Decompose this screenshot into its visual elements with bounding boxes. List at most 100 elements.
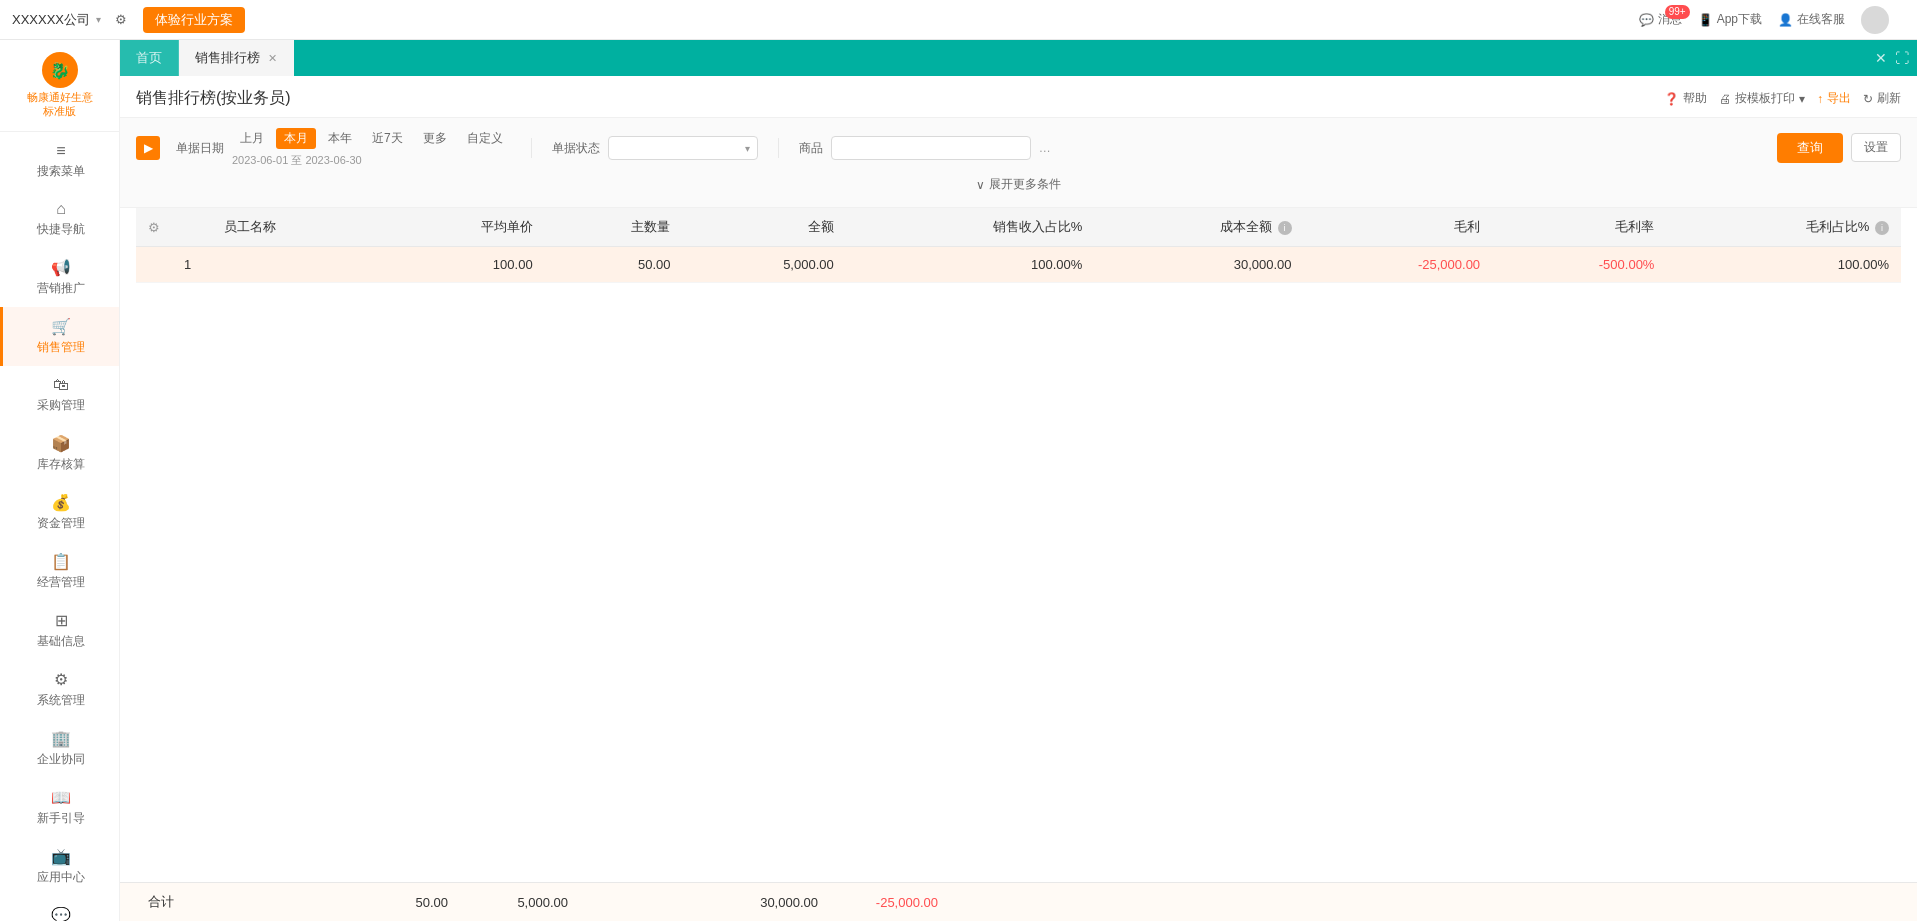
footer-sales-pct — [568, 895, 688, 910]
print-button[interactable]: 🖨 按模板打印 ▾ — [1719, 90, 1805, 107]
row-settings-icon[interactable] — [136, 247, 172, 283]
sidebar-item-quick-label: 快捷导航 — [37, 221, 85, 238]
col-quantity: 主数量 — [545, 208, 683, 247]
sidebar-item-guide[interactable]: 📖 新手引导 — [0, 778, 119, 837]
basic-icon: ⊞ — [55, 611, 68, 630]
filter-action-area: 查询 设置 — [1777, 133, 1901, 163]
status-select-wrapper — [608, 136, 758, 160]
sidebar-item-finance-label: 资金管理 — [37, 515, 85, 532]
refresh-button[interactable]: ↻ 刷新 — [1863, 90, 1901, 107]
date-tab-7days[interactable]: 近7天 — [364, 128, 411, 149]
refresh-label: 刷新 — [1877, 90, 1901, 107]
date-tab-prev-month[interactable]: 上月 — [232, 128, 272, 149]
help-icon: ❓ — [1664, 92, 1679, 106]
page-content: 销售排行榜(按业务员) ❓ 帮助 🖨 按模板打印 ▾ ↑ 导出 — [120, 76, 1917, 921]
messages-button[interactable]: 💬 消息 99+ — [1639, 11, 1682, 28]
expand-chevron-icon: ∨ — [976, 178, 985, 192]
tab-sales-rank[interactable]: 销售排行榜 ✕ — [179, 40, 294, 76]
col-name: 员工名称 — [212, 208, 378, 247]
sales-icon: 🛒 — [51, 317, 71, 336]
date-tab-custom[interactable]: 自定义 — [459, 128, 511, 149]
app-label: App下载 — [1717, 11, 1762, 28]
sidebar-item-purchase[interactable]: 🛍 采购管理 — [0, 366, 119, 424]
sidebar-item-marketing[interactable]: 📢 营销推广 — [0, 248, 119, 307]
date-tab-year[interactable]: 本年 — [320, 128, 360, 149]
sidebar-item-search[interactable]: ≡ 搜索菜单 — [0, 132, 119, 190]
col-settings[interactable]: ⚙ — [136, 208, 172, 247]
sidebar-item-sales[interactable]: 🛒 销售管理 — [0, 307, 119, 366]
inventory-icon: 📦 — [51, 434, 71, 453]
sidebar-item-basic[interactable]: ⊞ 基础信息 — [0, 601, 119, 660]
col-amount: 全额 — [682, 208, 845, 247]
logo-icon: 🐉 — [42, 52, 78, 88]
tab-close-all-icon[interactable]: ✕ — [1875, 50, 1887, 66]
table-body: 1 100.00 50.00 5,000.00 100.00% 30,000.0… — [136, 247, 1901, 283]
sidebar-item-search-label: 搜索菜单 — [37, 163, 85, 180]
tab-maximize-icon[interactable]: ⛶ — [1895, 50, 1909, 66]
page-actions: ❓ 帮助 🖨 按模板打印 ▾ ↑ 导出 ↻ 刷新 — [1664, 90, 1901, 107]
service-icon: 👤 — [1778, 13, 1793, 27]
row-profit: -25,000.00 — [1304, 247, 1493, 283]
content-area: 首页 销售排行榜 ✕ ✕ ⛶ 销售排行榜(按业务员) ❓ 帮助 — [120, 40, 1917, 921]
print-chevron-icon: ▾ — [1799, 92, 1805, 106]
avatar[interactable] — [1861, 6, 1889, 34]
settings-icon[interactable]: ⚙ — [109, 8, 133, 32]
main-table: ⚙ 员工名称 平均单价 主数量 全额 销售收入占比% 成本全额 i 毛利 毛利率… — [136, 208, 1901, 283]
marketing-icon: 📢 — [51, 258, 71, 277]
filter-settings-button[interactable]: 设置 — [1851, 133, 1901, 162]
service-label: 在线客服 — [1797, 11, 1845, 28]
row-quantity: 50.00 — [545, 247, 683, 283]
sidebar-item-quick[interactable]: ⌂ 快捷导航 — [0, 190, 119, 248]
date-tab-more[interactable]: 更多 — [415, 128, 455, 149]
app-download-button[interactable]: 📱 App下载 — [1698, 11, 1762, 28]
tab-close-icon[interactable]: ✕ — [268, 52, 277, 65]
home-tab-label: 首页 — [136, 49, 162, 67]
table-header-row: ⚙ 员工名称 平均单价 主数量 全额 销售收入占比% 成本全额 i 毛利 毛利率… — [136, 208, 1901, 247]
tab-bar-right: ✕ ⛶ — [1875, 50, 1917, 66]
phone-icon: 📱 — [1698, 13, 1713, 27]
filter-divider-2 — [778, 138, 779, 158]
company-selector[interactable]: XXXXXX公司 ▾ — [12, 11, 101, 29]
sidebar-item-system[interactable]: ⚙ 系统管理 — [0, 660, 119, 719]
top-bar: XXXXXX公司 ▾ ⚙ 体验行业方案 💬 消息 99+ 📱 App下载 👤 在… — [0, 0, 1917, 40]
sidebar-item-inventory-label: 库存核算 — [37, 456, 85, 473]
trial-button[interactable]: 体验行业方案 — [143, 7, 245, 33]
footer-quantity: 50.00 — [348, 895, 448, 910]
footer-cells: 50.00 5,000.00 30,000.00 -25,000.00 — [228, 895, 1889, 910]
sidebar-item-wechat[interactable]: 💬 企业微信 — [0, 896, 119, 921]
query-button[interactable]: 查询 — [1777, 133, 1843, 163]
sidebar-item-inventory[interactable]: 📦 库存核算 — [0, 424, 119, 483]
row-profit-rate: -500.00% — [1492, 247, 1666, 283]
status-select[interactable] — [608, 136, 758, 160]
tab-home[interactable]: 首页 — [120, 40, 179, 76]
col-sales-pct: 销售收入占比% — [846, 208, 1095, 247]
date-tab-current-month[interactable]: 本月 — [276, 128, 316, 149]
table-wrapper: ⚙ 员工名称 平均单价 主数量 全额 销售收入占比% 成本全额 i 毛利 毛利率… — [120, 208, 1917, 882]
cost-info-icon: i — [1278, 221, 1292, 235]
main-layout: 🐉 畅康通好生意标准版 ≡ 搜索菜单 ⌂ 快捷导航 📢 营销推广 🛒 销售管理 … — [0, 40, 1917, 921]
export-button[interactable]: ↑ 导出 — [1817, 90, 1851, 107]
help-button[interactable]: ❓ 帮助 — [1664, 90, 1707, 107]
filter-toggle-button[interactable]: ▶ — [136, 136, 160, 160]
sidebar-item-operation[interactable]: 📋 经营管理 — [0, 542, 119, 601]
goods-input[interactable] — [831, 136, 1031, 160]
expand-btn-label: 展开更多条件 — [989, 176, 1061, 193]
col-profit-rate: 毛利率 — [1492, 208, 1666, 247]
table-footer: 合计 50.00 5,000.00 30,000.00 -25,000.00 — [120, 882, 1917, 921]
search-menu-icon: ≡ — [56, 142, 65, 160]
sidebar-item-enterprise[interactable]: 🏢 企业协同 — [0, 719, 119, 778]
expand-conditions-button[interactable]: ∨ 展开更多条件 — [968, 174, 1069, 195]
sidebar-logo: 🐉 畅康通好生意标准版 — [0, 40, 119, 132]
col-cost: 成本全额 i — [1094, 208, 1303, 247]
footer-profit-pct — [1038, 895, 1138, 910]
status-filter-label: 单据状态 — [552, 140, 600, 157]
sidebar-item-finance[interactable]: 💰 资金管理 — [0, 483, 119, 542]
filter-area: ▶ 单据日期 上月 本月 本年 近7天 更多 自定义 — [120, 118, 1917, 208]
operation-icon: 📋 — [51, 552, 71, 571]
goods-more-icon[interactable]: … — [1039, 141, 1051, 155]
filter-row: ▶ 单据日期 上月 本月 本年 近7天 更多 自定义 — [136, 128, 1901, 168]
row-amount: 5,000.00 — [682, 247, 845, 283]
sidebar-item-apps[interactable]: 📺 应用中心 — [0, 837, 119, 896]
online-service-button[interactable]: 👤 在线客服 — [1778, 11, 1845, 28]
help-label: 帮助 — [1683, 90, 1707, 107]
